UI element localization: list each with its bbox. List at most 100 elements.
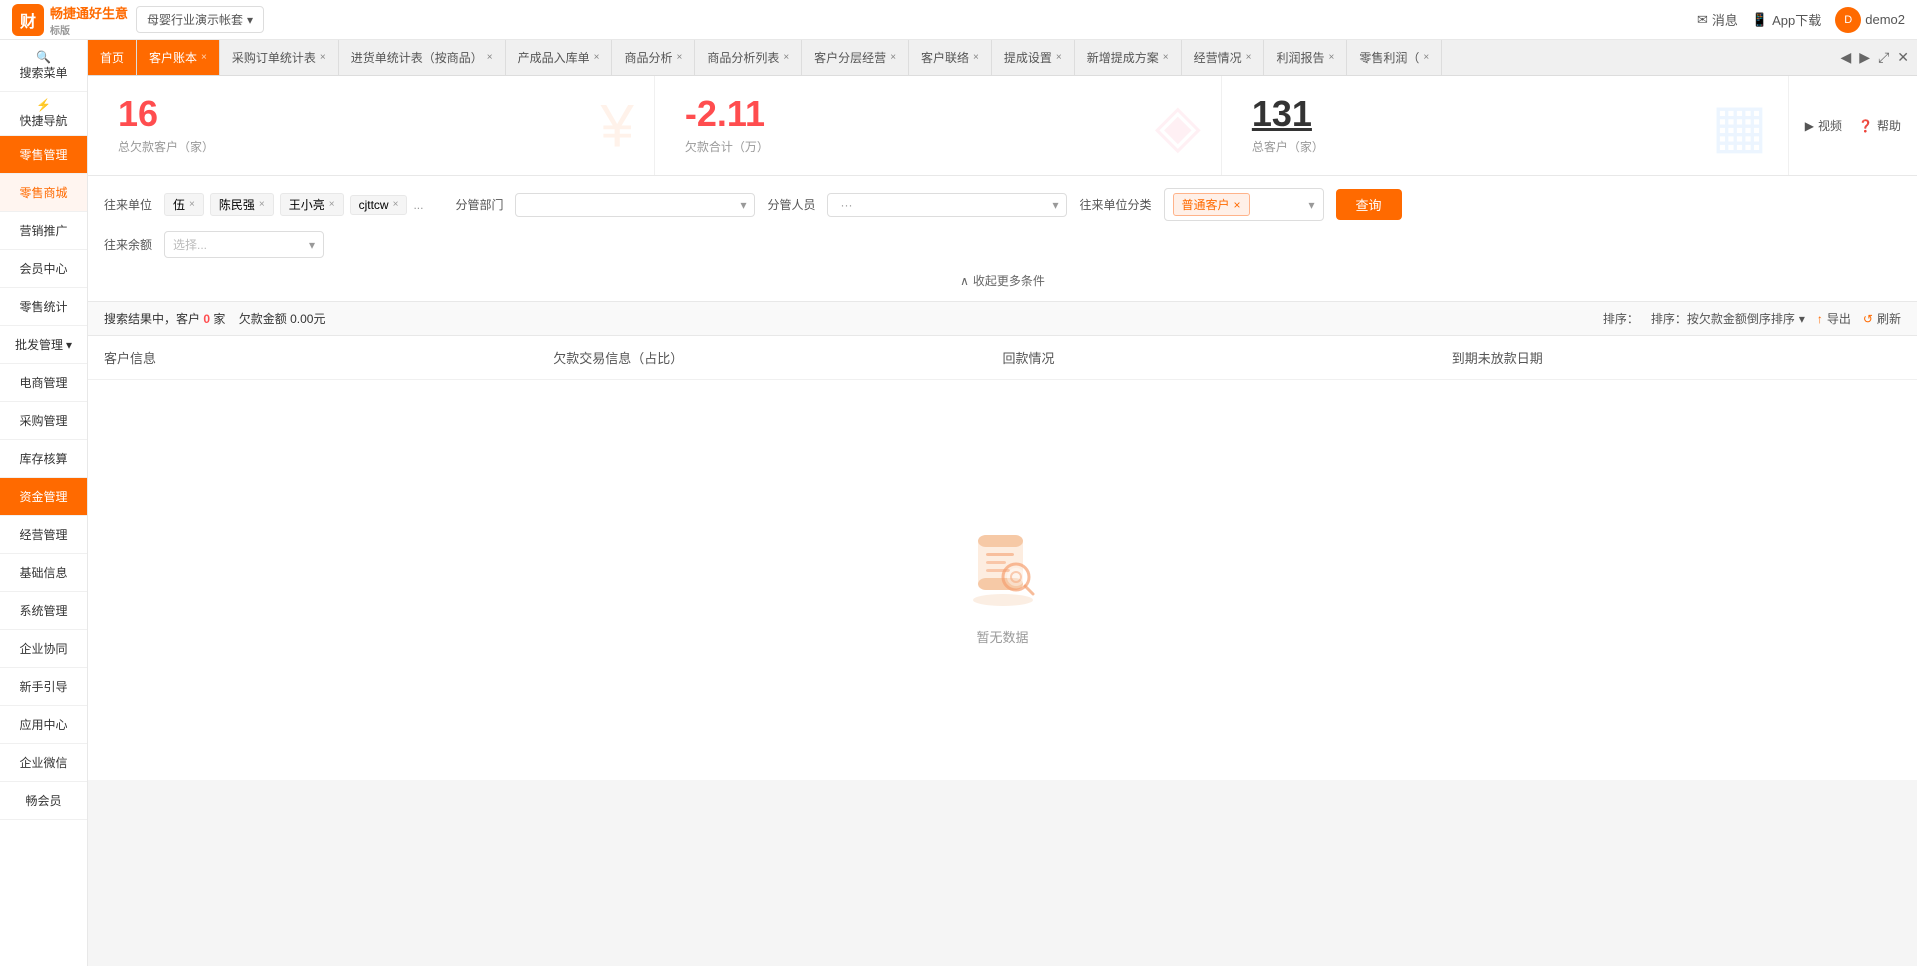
stat-number-customers: 16: [118, 96, 624, 132]
close-tab-add-promotion[interactable]: ×: [1163, 52, 1169, 63]
dept-select-arrow: ▾: [740, 198, 746, 212]
close-tab-customer-contact[interactable]: ×: [973, 52, 979, 63]
tab-add-promotion[interactable]: 新增提成方案 ×: [1075, 40, 1182, 76]
sidebar-item-wholesale-mgmt[interactable]: 批发管理 ▾: [0, 326, 87, 364]
close-tab-customer-segment[interactable]: ×: [890, 52, 896, 63]
sidebar-item-retail-stats[interactable]: 零售统计: [0, 288, 87, 326]
stat-bg-icon-building: ▦: [1711, 91, 1768, 161]
sort-arrow-icon: ▾: [1799, 312, 1805, 326]
tab-profit-report[interactable]: 利润报告 ×: [1264, 40, 1347, 76]
person-filter-select[interactable]: ··· ▾: [827, 193, 1067, 217]
export-button[interactable]: ↑ 导出: [1817, 310, 1851, 327]
query-button[interactable]: 查询: [1336, 189, 1402, 220]
tab-business-status[interactable]: 经营情况 ×: [1182, 40, 1265, 76]
sidebar-item-business-mgmt[interactable]: 经营管理: [0, 516, 87, 554]
sidebar-item-member-center[interactable]: 会员中心: [0, 250, 87, 288]
close-tab-promotion-settings[interactable]: ×: [1056, 52, 1062, 63]
category-select-arrow: ▾: [1308, 198, 1314, 212]
tab-product-cost[interactable]: 产成品入库单 ×: [506, 40, 613, 76]
category-filter-select[interactable]: 普通客户 × ▾: [1164, 188, 1324, 221]
sidebar-item-enterprise-wechat[interactable]: 企业微信: [0, 744, 87, 782]
remove-tag-2[interactable]: ×: [329, 199, 335, 210]
table-header: 客户信息 欠款交易信息（占比） 回款情况 到期未放款日期: [88, 336, 1917, 380]
sidebar-quick-nav[interactable]: ⚡ 快捷导航: [0, 92, 87, 136]
sidebar-item-enterprise-coop[interactable]: 企业协同: [0, 630, 87, 668]
app-download-button[interactable]: 📱 App下载: [1752, 10, 1821, 29]
content-area: 首页 客户账本 × 采购订单统计表 × 进货单统计表（按商品） × 产成品入库单…: [88, 40, 1917, 966]
dept-filter-select[interactable]: ▾: [515, 193, 755, 217]
tab-close-all-button[interactable]: ✕: [1897, 49, 1909, 66]
refresh-button[interactable]: ↺ 刷新: [1863, 310, 1901, 327]
stat-card-amount: ◈ -2.11 欠款合计（万）: [655, 76, 1222, 175]
tab-product-analysis[interactable]: 商品分析 ×: [612, 40, 695, 76]
table-col-customer-info: 客户信息: [104, 348, 553, 367]
remove-tag-1[interactable]: ×: [259, 199, 265, 210]
tab-prev-button[interactable]: ◀: [1841, 49, 1852, 66]
sidebar-item-purchase-mgmt[interactable]: 采购管理: [0, 402, 87, 440]
empty-illustration: [953, 515, 1053, 615]
tab-customer-balance[interactable]: 客户账本 ×: [137, 40, 220, 76]
sidebar-item-inventory-check[interactable]: 库存核算: [0, 440, 87, 478]
sidebar-item-app-center[interactable]: 应用中心: [0, 706, 87, 744]
close-tab-product-analysis-list[interactable]: ×: [783, 52, 789, 63]
tab-home[interactable]: 首页: [88, 40, 137, 76]
sidebar-item-marketing[interactable]: 营销推广: [0, 212, 87, 250]
remove-category-tag[interactable]: ×: [1234, 198, 1241, 212]
sidebar-item-retail-mall[interactable]: 零售商城: [0, 174, 87, 212]
stat-label-total: 总客户（家）: [1252, 138, 1758, 155]
unit-tag-0[interactable]: 伍 ×: [164, 193, 204, 216]
table-col-due-date: 到期未放款日期: [1452, 348, 1901, 367]
sort-select[interactable]: 排序：按欠款金额倒序排序 ▾: [1651, 310, 1805, 327]
sidebar-item-new-guide[interactable]: 新手引导: [0, 668, 87, 706]
result-info: 搜索结果中，客户 0 家 欠款金额 0.00元: [104, 310, 325, 327]
message-button[interactable]: ✉ 消息: [1697, 10, 1738, 29]
tab-next-button[interactable]: ▶: [1859, 49, 1870, 66]
tab-customer-contact[interactable]: 客户联络 ×: [909, 40, 992, 76]
tab-expand-button[interactable]: ⤢: [1878, 49, 1889, 66]
sidebar-item-finance-mgmt[interactable]: 资金管理: [0, 478, 87, 516]
collapse-filters-button[interactable]: ∧ 收起更多条件: [960, 272, 1045, 289]
remove-tag-3[interactable]: ×: [393, 199, 399, 210]
account-selector[interactable]: 母婴行业演示帐套 ▾: [136, 6, 264, 33]
close-tab-profit-report[interactable]: ×: [1328, 52, 1334, 63]
filter-area: 往来单位 伍 × 陈民强 × 王小亮 ×: [88, 176, 1917, 302]
unit-tag-3[interactable]: cjttcw ×: [350, 195, 408, 215]
close-tab-retail-profit[interactable]: ×: [1423, 52, 1429, 63]
sidebar-item-vip-member[interactable]: 畅会员: [0, 782, 87, 820]
sidebar-search[interactable]: 🔍 搜索菜单: [0, 40, 87, 92]
unit-tag-1[interactable]: 陈民强 ×: [210, 193, 274, 216]
help-button[interactable]: ❓ 帮助: [1858, 117, 1901, 134]
close-tab-product-cost[interactable]: ×: [594, 52, 600, 63]
stat-card-customers: ¥ 16 总欠款客户（家）: [88, 76, 655, 175]
tab-purchase-stats-product[interactable]: 进货单统计表（按商品） ×: [339, 40, 506, 76]
sidebar-item-basic-info[interactable]: 基础信息: [0, 554, 87, 592]
balance-filter-select[interactable]: 选择... ▾: [164, 231, 324, 258]
tab-promotion-settings[interactable]: 提成设置 ×: [992, 40, 1075, 76]
logo-icon: 财: [12, 4, 44, 36]
table-col-debt-info: 欠款交易信息（占比）: [553, 348, 1002, 367]
sidebar-item-ecommerce-mgmt[interactable]: 电商管理: [0, 364, 87, 402]
stat-number-total: 131: [1252, 96, 1758, 132]
user-menu[interactable]: D demo2: [1835, 7, 1905, 33]
tab-controls: ◀ ▶ ⤢ ✕: [1833, 49, 1917, 66]
close-tab-customer-balance[interactable]: ×: [201, 52, 207, 63]
close-tab-purchase-order-stats[interactable]: ×: [320, 52, 326, 63]
close-tab-purchase-stats-product[interactable]: ×: [487, 52, 493, 63]
sidebar-item-retail-mgmt[interactable]: 零售管理: [0, 136, 87, 174]
filter-more-tags[interactable]: ...: [413, 198, 423, 212]
stat-bg-icon-money: ¥: [601, 91, 634, 160]
category-tag-normal[interactable]: 普通客户 ×: [1173, 193, 1250, 216]
sidebar-item-system-mgmt[interactable]: 系统管理: [0, 592, 87, 630]
close-tab-business-status[interactable]: ×: [1246, 52, 1252, 63]
remove-tag-0[interactable]: ×: [189, 199, 195, 210]
unit-tag-2[interactable]: 王小亮 ×: [280, 193, 344, 216]
tab-product-analysis-list[interactable]: 商品分析列表 ×: [695, 40, 802, 76]
tab-customer-segment[interactable]: 客户分层经营 ×: [802, 40, 909, 76]
tab-purchase-order-stats[interactable]: 采购订单统计表 ×: [220, 40, 339, 76]
video-help-button[interactable]: ▶ 视频: [1805, 117, 1842, 134]
close-tab-product-analysis[interactable]: ×: [676, 52, 682, 63]
top-bar-left: 财 畅捷通好生意 标版 母婴行业演示帐套 ▾: [12, 3, 264, 37]
tab-retail-profit[interactable]: 零售利润（ ×: [1347, 40, 1442, 76]
top-bar: 财 畅捷通好生意 标版 母婴行业演示帐套 ▾ ✉ 消息 📱 App下载 D de…: [0, 0, 1917, 40]
person-select-arrow: ▾: [1052, 198, 1058, 212]
